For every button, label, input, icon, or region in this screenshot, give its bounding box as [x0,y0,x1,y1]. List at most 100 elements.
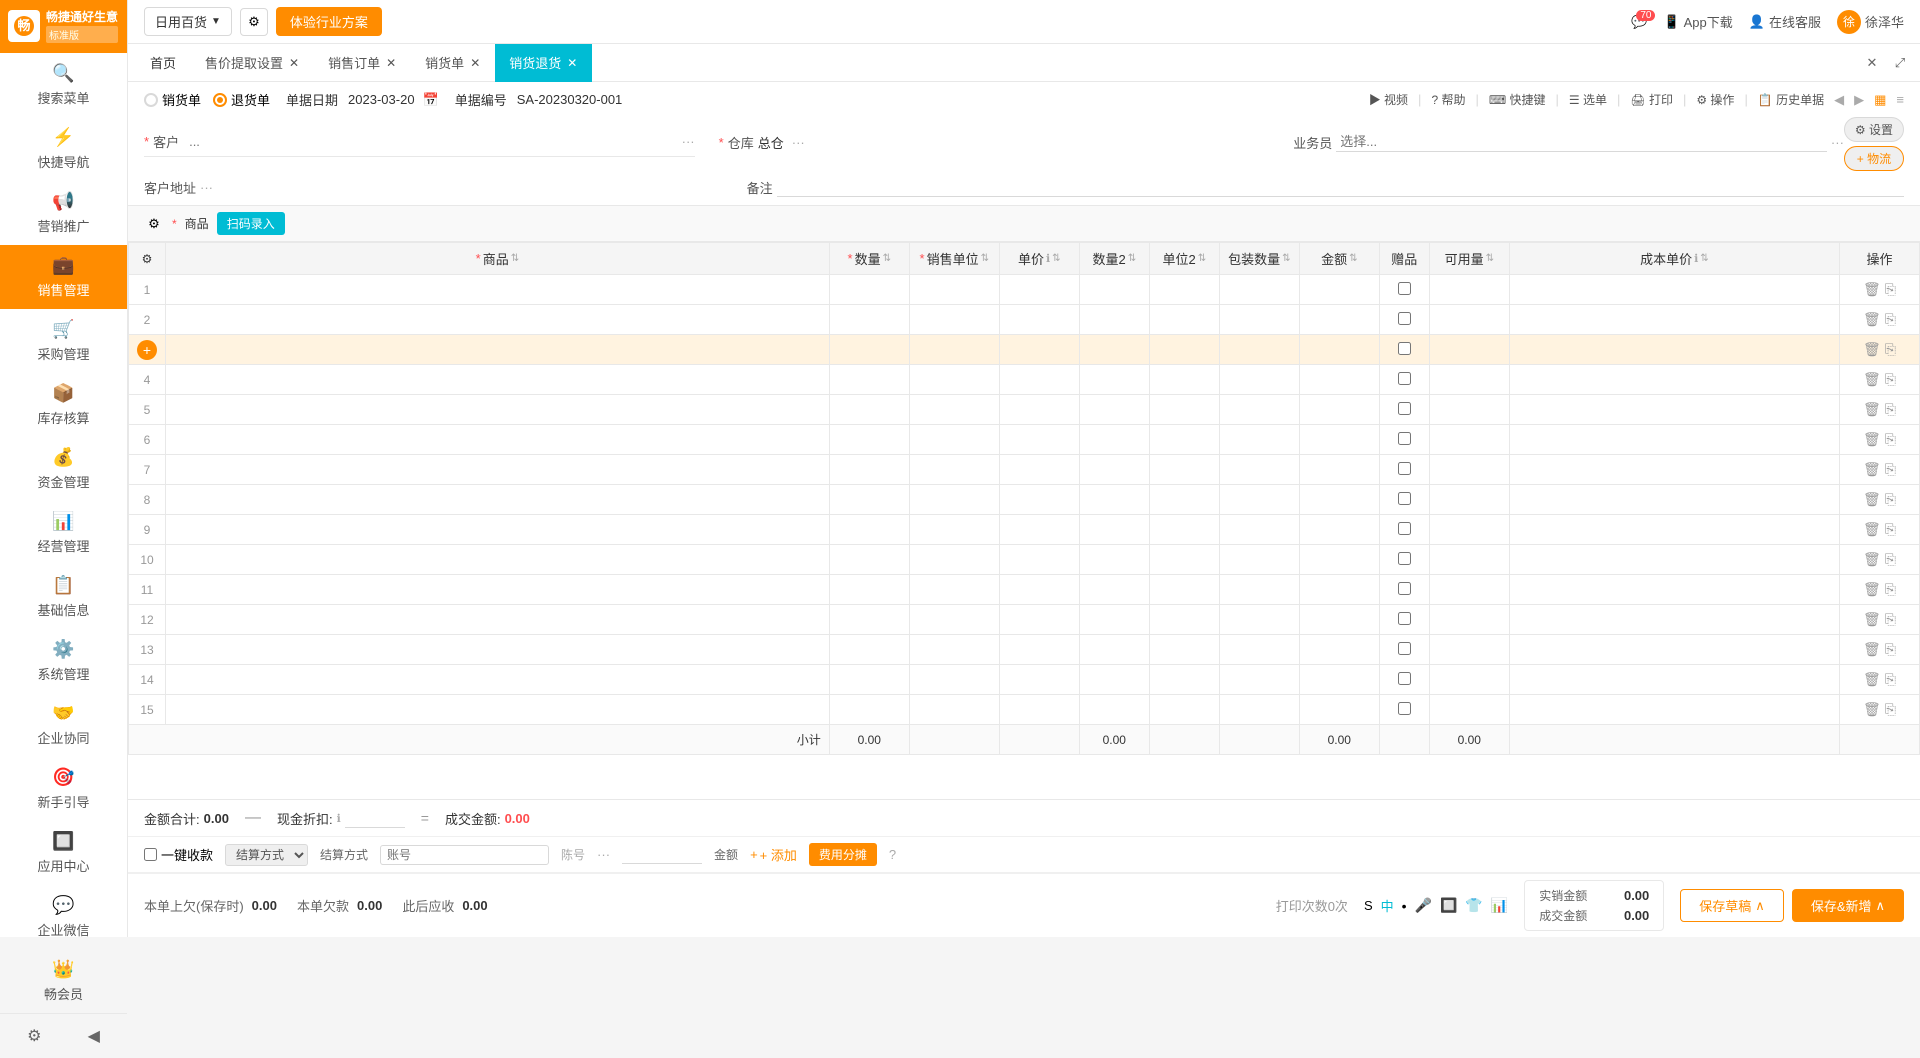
sidebar-item-sales[interactable]: 💼 销售管理 [0,245,127,309]
sidebar-item-finance[interactable]: 💰 资金管理 [0,437,127,501]
taskbar-icon-4[interactable]: 🎤 [1415,897,1432,914]
gift-checkbox-2[interactable] [1398,312,1411,325]
delete-row-icon[interactable]: 🗑 [1863,401,1881,418]
copy-row-icon[interactable]: ⎘ [1885,341,1896,358]
action-shortcut[interactable]: ⌨ 快捷键 [1489,91,1546,108]
form-logistics-button[interactable]: + 物流 [1844,146,1904,171]
user-profile[interactable]: 徐 徐泽华 [1837,10,1904,34]
copy-row-icon[interactable]: ⎘ [1885,551,1896,568]
gift-checkbox-13[interactable] [1398,642,1411,655]
topbar-settings-button[interactable]: ⚙ [240,8,268,36]
sidebar-item-wechat[interactable]: 💬 企业微信 [0,885,127,949]
cell-gift-10[interactable] [1379,545,1429,575]
radio-return[interactable]: 退货单 [213,90,270,109]
delete-row-icon[interactable]: 🗑 [1863,641,1881,658]
cell-actions-9[interactable]: 🗑⎘ [1840,515,1920,545]
gift-checkbox-14[interactable] [1398,672,1411,685]
cell-gift-8[interactable] [1379,485,1429,515]
account-input[interactable] [380,845,549,865]
copy-row-icon[interactable]: ⎘ [1885,431,1896,448]
amount-input[interactable] [622,845,702,864]
daily-select[interactable]: 日用百货 ▼ [144,7,232,36]
app-download-button[interactable]: 📱 App下载 [1663,12,1732,31]
gift-checkbox-8[interactable] [1398,492,1411,505]
gift-checkbox-10[interactable] [1398,552,1411,565]
one-click-checkbox[interactable]: 一键收款 [144,845,213,864]
warehouse-more[interactable]: ··· [792,135,805,150]
copy-row-icon[interactable]: ⎘ [1885,611,1896,628]
delete-row-icon[interactable]: 🗑 [1863,701,1881,718]
gift-checkbox-15[interactable] [1398,702,1411,715]
cell-gift-7[interactable] [1379,455,1429,485]
sidebar-item-inventory[interactable]: 📦 库存核算 [0,373,127,437]
gift-checkbox-12[interactable] [1398,612,1411,625]
delete-row-icon[interactable]: 🗑 [1863,311,1881,328]
sidebar-settings-icon[interactable]: ⚙ [27,1026,41,1046]
cell-actions-12[interactable]: 🗑⎘ [1840,605,1920,635]
taskbar-icon-1[interactable]: S [1364,898,1373,913]
cell-gift-9[interactable] [1379,515,1429,545]
gift-checkbox-6[interactable] [1398,432,1411,445]
discount-input[interactable] [345,808,405,828]
cell-product-3[interactable] [166,335,830,365]
sidebar-item-search[interactable]: 🔍 搜索菜单 [0,53,127,117]
taskbar-icon-5[interactable]: 🔲 [1440,897,1457,914]
delete-row-icon[interactable]: 🗑 [1863,281,1881,298]
gift-checkbox-4[interactable] [1398,372,1411,385]
delete-row-icon[interactable]: 🗑 [1863,671,1881,688]
cell-actions-4[interactable]: 🗑⎘ [1840,365,1920,395]
table-settings-icon[interactable]: ⚙ [144,214,164,234]
tab-close-sales-order[interactable]: ✕ [386,56,396,70]
action-select[interactable]: ☰ 选单 [1569,91,1607,108]
calendar-icon[interactable]: 📅 [423,92,439,108]
scan-button[interactable]: 扫码录入 [217,212,285,235]
cell-actions-3[interactable]: 🗑⎘ [1840,335,1920,365]
list-view-icon[interactable]: ≡ [1896,92,1904,107]
tab-sales-order[interactable]: 销售订单 ✕ [314,44,411,82]
message-button[interactable]: 💬 70 [1631,14,1647,30]
save-draft-button[interactable]: 保存草稿 ∧ [1680,889,1784,922]
cell-gift-5[interactable] [1379,395,1429,425]
delete-row-icon[interactable]: 🗑 [1863,521,1881,538]
cell-actions-11[interactable]: 🗑⎘ [1840,575,1920,605]
copy-row-icon[interactable]: ⎘ [1885,281,1896,298]
copy-row-icon[interactable]: ⎘ [1885,671,1896,688]
copy-row-icon[interactable]: ⎘ [1885,521,1896,538]
cell-actions-14[interactable]: 🗑⎘ [1840,665,1920,695]
customer-more[interactable]: ··· [682,134,695,149]
grid-view-icon[interactable]: ▦ [1874,92,1886,108]
delete-row-icon[interactable]: 🗑 [1863,491,1881,508]
cell-gift-2[interactable] [1379,305,1429,335]
delete-row-icon[interactable]: 🗑 [1863,581,1881,598]
add-row-button[interactable]: + [137,340,157,360]
cell-gift-3[interactable] [1379,335,1429,365]
tab-close-sales-return[interactable]: ✕ [567,56,577,70]
copy-row-icon[interactable]: ⎘ [1885,461,1896,478]
save-new-button[interactable]: 保存&新增 ∧ [1792,889,1904,922]
action-help[interactable]: ? 帮助 [1431,91,1465,108]
cell-actions-1[interactable]: 🗑⎘ [1840,275,1920,305]
cell-actions-7[interactable]: 🗑⎘ [1840,455,1920,485]
tab-sales-return[interactable]: 销货退货 ✕ [495,44,592,82]
gift-checkbox-3[interactable] [1398,342,1411,355]
remark-input[interactable] [777,177,1904,197]
tab-close-sales-out[interactable]: ✕ [470,56,480,70]
tab-price-setting[interactable]: 售价提取设置 ✕ [191,44,314,82]
copy-row-icon[interactable]: ⎘ [1885,401,1896,418]
cell-actions-15[interactable]: 🗑⎘ [1840,695,1920,725]
cell-gift-12[interactable] [1379,605,1429,635]
staff-more[interactable]: ··· [1831,135,1844,150]
cell-gift-1[interactable] [1379,275,1429,305]
address-more[interactable]: ··· [200,180,213,195]
sidebar-item-system[interactable]: ⚙️ 系统管理 [0,629,127,693]
sidebar-item-purchase[interactable]: 🛒 采购管理 [0,309,127,373]
tab-home[interactable]: 首页 [136,44,191,82]
action-operate[interactable]: ⚙ 操作 [1696,91,1734,108]
tab-close-all[interactable]: ✕ [1860,51,1884,75]
online-service-button[interactable]: 👤 在线客服 [1749,12,1821,31]
calc-method-select[interactable]: 结算方式 [225,844,308,866]
gift-checkbox-5[interactable] [1398,402,1411,415]
sidebar-item-basic[interactable]: 📋 基础信息 [0,565,127,629]
delete-row-icon[interactable]: 🗑 [1863,461,1881,478]
radio-sales[interactable]: 销货单 [144,90,201,109]
